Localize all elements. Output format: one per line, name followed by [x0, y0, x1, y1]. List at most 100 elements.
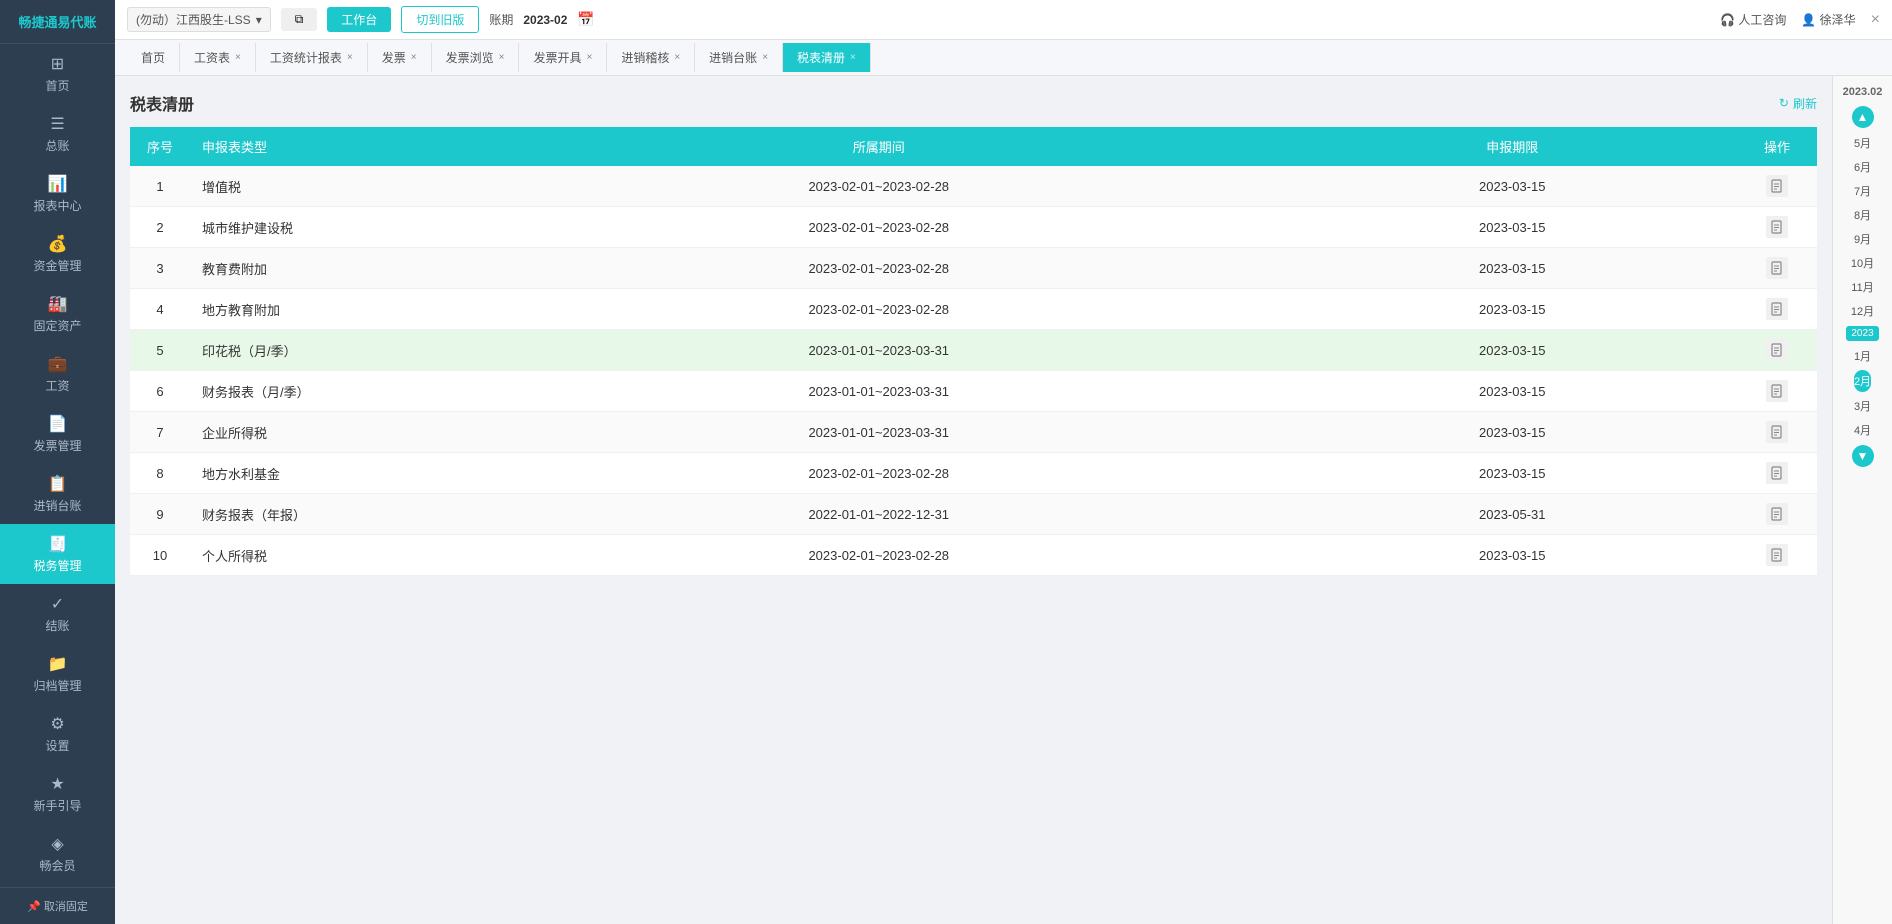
- sidebar: 畅捷通易代账 ⊞ 首页 ☰ 总账 📊 报表中心 💰 资金管理 🏭 固定资产 💼 …: [0, 0, 115, 924]
- sidebar-item-archive[interactable]: 📁 归档管理: [0, 644, 115, 704]
- tab-salary-stats[interactable]: 工资统计报表 ×: [256, 43, 368, 72]
- refresh-icon: ↻: [1779, 96, 1789, 110]
- cell-type: 城市维护建设税: [190, 207, 470, 248]
- sidebar-item-reports[interactable]: 📊 报表中心: [0, 164, 115, 224]
- tab-close-icon[interactable]: ×: [411, 52, 417, 63]
- tab-close-icon[interactable]: ×: [235, 52, 241, 63]
- window-close-icon[interactable]: ×: [1871, 11, 1880, 29]
- tab-close-icon[interactable]: ×: [499, 52, 505, 63]
- action-button[interactable]: [1766, 339, 1788, 361]
- user-avatar: 👤: [1801, 13, 1816, 27]
- company-selector[interactable]: (勿动）江西股生-LSS ▾: [127, 7, 271, 32]
- table-row: 8 地方水利基金 2023-02-01~2023-02-28 2023-03-1…: [130, 453, 1817, 494]
- cell-seq: 2: [130, 207, 190, 248]
- sidebar-item-invoice-mgmt[interactable]: 📄 发票管理: [0, 404, 115, 464]
- month-5[interactable]: 5月: [1854, 131, 1871, 155]
- prev-nav-button[interactable]: ▲: [1852, 106, 1874, 128]
- sidebar-item-salary[interactable]: 💼 工资: [0, 344, 115, 404]
- sidebar-item-member[interactable]: ◈ 畅会员: [0, 824, 115, 884]
- table-row: 1 增值税 2023-02-01~2023-02-28 2023-03-15: [130, 166, 1817, 207]
- refresh-button[interactable]: ↻ 刷新: [1779, 95, 1817, 112]
- user-info[interactable]: 👤 徐泽华: [1801, 11, 1855, 28]
- cell-action: [1737, 248, 1817, 289]
- workbench-button[interactable]: 工作台: [327, 7, 391, 32]
- action-button[interactable]: [1766, 257, 1788, 279]
- cell-seq: 10: [130, 535, 190, 576]
- salary-icon: 💼: [48, 354, 68, 374]
- action-button[interactable]: [1766, 216, 1788, 238]
- table-row: 7 企业所得税 2023-01-01~2023-03-31 2023-03-15: [130, 412, 1817, 453]
- cell-type: 教育费附加: [190, 248, 470, 289]
- unpin-button[interactable]: 📌 取消固定: [0, 887, 115, 924]
- month-9[interactable]: 9月: [1854, 227, 1871, 251]
- col-header-deadline: 申报期限: [1288, 127, 1738, 166]
- sidebar-item-home[interactable]: ⊞ 首页: [0, 44, 115, 104]
- cell-type: 地方教育附加: [190, 289, 470, 330]
- calendar-icon[interactable]: 📅: [577, 11, 594, 28]
- page-header: 税表清册 ↻ 刷新: [130, 91, 1817, 115]
- action-button[interactable]: [1766, 298, 1788, 320]
- table-row: 4 地方教育附加 2023-02-01~2023-02-28 2023-03-1…: [130, 289, 1817, 330]
- archive-icon: 📁: [48, 654, 68, 674]
- right-panel: 2023.02 ▲ 5月 6月 7月 8月 9月 10月 11月 12月 202…: [1832, 76, 1892, 924]
- tab-close-icon[interactable]: ×: [850, 52, 856, 63]
- month-2-active[interactable]: 2月: [1854, 370, 1871, 392]
- cell-type: 地方水利基金: [190, 453, 470, 494]
- month-7[interactable]: 7月: [1854, 179, 1871, 203]
- action-button[interactable]: [1766, 421, 1788, 443]
- period-value: 2023-02: [523, 13, 567, 27]
- cell-seq: 8: [130, 453, 190, 494]
- switch-old-button[interactable]: 切到旧版: [401, 6, 479, 33]
- month-3[interactable]: 3月: [1854, 394, 1871, 418]
- copy-button[interactable]: ⧉: [281, 8, 318, 31]
- month-10[interactable]: 10月: [1851, 251, 1874, 275]
- cell-action: [1737, 330, 1817, 371]
- sidebar-item-ledger[interactable]: ☰ 总账: [0, 104, 115, 164]
- sidebar-item-purchase-sales[interactable]: 📋 进销台账: [0, 464, 115, 524]
- action-button[interactable]: [1766, 503, 1788, 525]
- tab-salary-table[interactable]: 工资表 ×: [180, 43, 256, 72]
- tab-purchase-audit[interactable]: 进销稽核 ×: [607, 43, 695, 72]
- month-8[interactable]: 8月: [1854, 203, 1871, 227]
- cell-action: [1737, 412, 1817, 453]
- month-11[interactable]: 11月: [1851, 275, 1873, 299]
- document-icon: [1770, 343, 1784, 357]
- next-nav-button[interactable]: ▼: [1852, 445, 1874, 467]
- cell-type: 增值税: [190, 166, 470, 207]
- finance-icon: 💰: [48, 234, 68, 254]
- tab-purchase-ledger[interactable]: 进销台账 ×: [695, 43, 783, 72]
- month-6[interactable]: 6月: [1854, 155, 1871, 179]
- sidebar-item-close[interactable]: ✓ 结账: [0, 584, 115, 644]
- sidebar-item-finance[interactable]: 💰 资金管理: [0, 224, 115, 284]
- action-button[interactable]: [1766, 380, 1788, 402]
- cell-seq: 7: [130, 412, 190, 453]
- tab-tax-list[interactable]: 税表清册 ×: [783, 43, 871, 72]
- home-icon: ⊞: [51, 54, 64, 74]
- sidebar-item-guide[interactable]: ★ 新手引导: [0, 764, 115, 824]
- headset-icon: 🎧: [1720, 13, 1735, 27]
- cell-seq: 4: [130, 289, 190, 330]
- chevron-down-icon: ▾: [256, 13, 262, 27]
- cell-action: [1737, 371, 1817, 412]
- tab-home[interactable]: 首页: [127, 43, 180, 72]
- tab-close-icon[interactable]: ×: [586, 52, 592, 63]
- action-button[interactable]: [1766, 175, 1788, 197]
- customer-service[interactable]: 🎧 人工咨询: [1720, 11, 1786, 28]
- tab-close-icon[interactable]: ×: [347, 52, 353, 63]
- sidebar-item-settings[interactable]: ⚙ 设置: [0, 704, 115, 764]
- sidebar-item-tax[interactable]: 🧾 税务管理: [0, 524, 115, 584]
- tab-invoice-open[interactable]: 发票开具 ×: [519, 43, 607, 72]
- sidebar-item-assets[interactable]: 🏭 固定资产: [0, 284, 115, 344]
- tab-invoice-browse[interactable]: 发票浏览 ×: [432, 43, 520, 72]
- cell-type: 印花税（月/季）: [190, 330, 470, 371]
- col-header-action: 操作: [1737, 127, 1817, 166]
- month-1[interactable]: 1月: [1854, 344, 1871, 368]
- tab-close-icon[interactable]: ×: [762, 52, 768, 63]
- month-12[interactable]: 12月: [1851, 299, 1874, 323]
- month-4[interactable]: 4月: [1854, 418, 1871, 442]
- tab-close-icon[interactable]: ×: [674, 52, 680, 63]
- cell-period: 2023-02-01~2023-02-28: [470, 207, 1288, 248]
- action-button[interactable]: [1766, 462, 1788, 484]
- tab-invoice[interactable]: 发票 ×: [368, 43, 432, 72]
- action-button[interactable]: [1766, 544, 1788, 566]
